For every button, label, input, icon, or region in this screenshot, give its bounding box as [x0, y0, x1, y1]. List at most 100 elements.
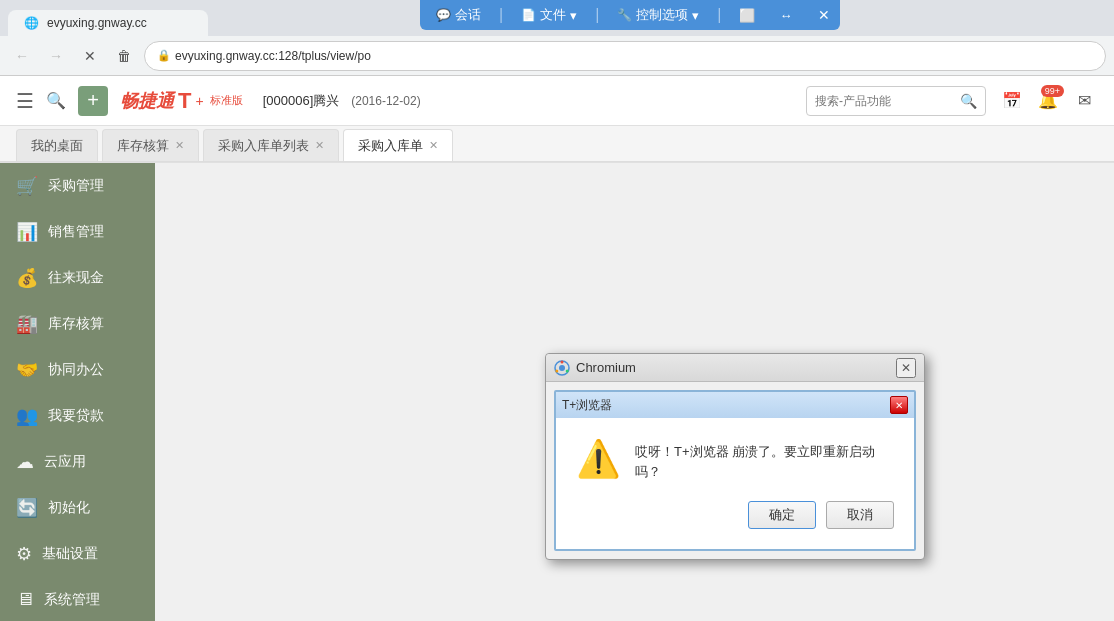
app-icons: 📅 🔔 99+ ✉ — [998, 87, 1098, 115]
sidebar-item-init-label: 初始化 — [48, 499, 90, 517]
address-bar[interactable]: 🔒 evyuxing.gnway.cc:128/tplus/view/po — [144, 41, 1106, 71]
chat-control-label: 控制选项 — [636, 6, 688, 24]
chat-file-label: 文件 — [540, 6, 566, 24]
chromium-logo — [554, 360, 570, 376]
company-code: [000006]腾兴 — [263, 92, 340, 110]
sidebar-item-cloud[interactable]: ☁ 云应用 — [0, 439, 155, 485]
notification-button[interactable]: 🔔 99+ — [1034, 87, 1062, 115]
url-text: evyuxing.gnway.cc:128/tplus/view/po — [175, 49, 371, 63]
sidebar-item-settings-label: 基础设置 — [42, 545, 98, 563]
crash-dialog-body: ⚠️ 哎呀！T+浏览器 崩溃了。要立即重新启动吗？ 确定 取消 — [556, 418, 914, 549]
crash-buttons: 确定 取消 — [576, 501, 894, 533]
sidebar-item-collab[interactable]: 🤝 协同办公 — [0, 347, 155, 393]
crash-dialog-message: ⚠️ 哎呀！T+浏览器 崩溃了。要立即重新启动吗？ — [576, 438, 894, 481]
tab-purchase-list[interactable]: 采购入库单列表 ✕ — [203, 129, 339, 161]
tab-my-desk-label: 我的桌面 — [31, 137, 83, 155]
svg-point-4 — [555, 369, 558, 372]
chat-expand-button[interactable]: ↔ — [773, 6, 798, 25]
crash-dialog: T+浏览器 ✕ ⚠️ 哎呀！T+浏览器 崩溃了。要立即重新启动吗？ 确定 取消 — [554, 390, 916, 551]
main-content: Chromium ✕ T+浏览器 ✕ ⚠️ 哎呀！T+浏览器 崩溃了。要立即重新… — [155, 163, 1114, 621]
refresh-button[interactable]: 🗑 — [110, 42, 138, 70]
app-logo-text: 畅捷通 — [120, 89, 174, 113]
tab-purchase-order-close[interactable]: ✕ — [429, 139, 438, 152]
chat-session-label: 会话 — [455, 6, 481, 24]
svg-point-1 — [559, 365, 565, 371]
app-logo: 畅捷通 T + 标准版 — [120, 88, 243, 114]
tab-purchase-order[interactable]: 采购入库单 ✕ — [343, 129, 453, 161]
sidebar-item-cash[interactable]: 💰 往来现金 — [0, 255, 155, 301]
tab-inventory-calc-label: 库存核算 — [117, 137, 169, 155]
tab-inventory-calc-close[interactable]: ✕ — [175, 139, 184, 152]
chat-session-button[interactable]: 💬 会话 — [430, 4, 487, 26]
app-container: 🛒 采购管理 📊 销售管理 💰 往来现金 🏭 库存核算 🤝 协同办公 👥 我要贷… — [0, 163, 1114, 621]
tab-title: evyuxing.gnway.cc — [47, 16, 147, 30]
chat-bar: 💬 会话 | 📄 文件 ▾ | 🔧 控制选项 ▾ | ⬜ ↔ ✕ — [420, 0, 840, 30]
confirm-button[interactable]: 确定 — [748, 501, 816, 529]
chat-screen-button[interactable]: ⬜ — [733, 6, 761, 25]
message-button[interactable]: ✉ — [1070, 87, 1098, 115]
browser-tab[interactable]: 🌐 evyuxing.gnway.cc — [8, 10, 208, 36]
settings-icon: ⚙ — [16, 543, 32, 565]
browser-toolbar: ← → ✕ 🗑 🔒 evyuxing.gnway.cc:128/tplus/vi… — [0, 36, 1114, 76]
topbar-search-button[interactable]: 🔍 — [46, 91, 66, 110]
sidebar-item-sales[interactable]: 📊 销售管理 — [0, 209, 155, 255]
sidebar-item-loan-label: 我要贷款 — [48, 407, 104, 425]
chat-file-button[interactable]: 📄 文件 ▾ — [515, 4, 583, 26]
sidebar-item-init[interactable]: 🔄 初始化 — [0, 485, 155, 531]
cancel-button[interactable]: 取消 — [826, 501, 894, 529]
chevron-down-icon2: ▾ — [692, 8, 699, 23]
svg-point-3 — [566, 369, 569, 372]
cash-icon: 💰 — [16, 267, 38, 289]
chat-icon: 💬 — [436, 8, 451, 22]
app-topbar: ☰ 🔍 + 畅捷通 T + 标准版 [000006]腾兴 (2016-12-02… — [0, 76, 1114, 126]
sidebar-item-collab-label: 协同办公 — [48, 361, 104, 379]
tab-inventory-calc[interactable]: 库存核算 ✕ — [102, 129, 199, 161]
chromium-title-text: Chromium — [576, 360, 896, 375]
back-button[interactable]: ← — [8, 42, 36, 70]
topbar-add-button[interactable]: + — [78, 86, 108, 116]
cloud-icon: ☁ — [16, 451, 34, 473]
crash-dialog-title-text: T+浏览器 — [562, 397, 886, 414]
tab-purchase-list-label: 采购入库单列表 — [218, 137, 309, 155]
sysadmin-icon: 🖥 — [16, 589, 34, 610]
chat-control-button[interactable]: 🔧 控制选项 ▾ — [611, 4, 705, 26]
sidebar-item-sysadmin-label: 系统管理 — [44, 591, 100, 609]
search-input[interactable] — [815, 94, 960, 108]
chromium-body: T+浏览器 ✕ ⚠️ 哎呀！T+浏览器 崩溃了。要立即重新启动吗？ 确定 取消 — [546, 390, 924, 551]
sidebar-item-cash-label: 往来现金 — [48, 269, 104, 287]
app-tabbar: 我的桌面 库存核算 ✕ 采购入库单列表 ✕ 采购入库单 ✕ — [0, 126, 1114, 162]
chromium-window: Chromium ✕ T+浏览器 ✕ ⚠️ 哎呀！T+浏览器 崩溃了。要立即重新… — [545, 353, 925, 560]
chromium-close-button[interactable]: ✕ — [896, 358, 916, 378]
init-icon: 🔄 — [16, 497, 38, 519]
forward-button[interactable]: → — [42, 42, 70, 70]
purchase-icon: 🛒 — [16, 175, 38, 197]
tab-purchase-list-close[interactable]: ✕ — [315, 139, 324, 152]
calendar-button[interactable]: 📅 — [998, 87, 1026, 115]
chat-close-button[interactable]: ✕ — [818, 7, 830, 23]
sidebar-item-loan[interactable]: 👥 我要贷款 — [0, 393, 155, 439]
sales-icon: 📊 — [16, 221, 38, 243]
search-box[interactable]: 🔍 — [806, 86, 986, 116]
chevron-down-icon: ▾ — [570, 8, 577, 23]
lock-icon: 🔒 — [157, 49, 171, 62]
file-icon: 📄 — [521, 8, 536, 22]
sidebar-item-sysadmin[interactable]: 🖥 系统管理 — [0, 577, 155, 621]
close-button[interactable]: ✕ — [76, 42, 104, 70]
app-logo-plus: + — [195, 93, 203, 109]
app-header: ☰ 🔍 + 畅捷通 T + 标准版 [000006]腾兴 (2016-12-02… — [0, 76, 1114, 163]
sidebar-item-inventory[interactable]: 🏭 库存核算 — [0, 301, 155, 347]
tab-my-desk[interactable]: 我的桌面 — [16, 129, 98, 161]
sidebar-item-inventory-label: 库存核算 — [48, 315, 104, 333]
app-edition: 标准版 — [210, 93, 243, 108]
sidebar-item-cloud-label: 云应用 — [44, 453, 86, 471]
loan-icon: 👥 — [16, 405, 38, 427]
sidebar-item-purchase-label: 采购管理 — [48, 177, 104, 195]
sidebar-item-settings[interactable]: ⚙ 基础设置 — [0, 531, 155, 577]
svg-point-2 — [561, 360, 564, 363]
app-date: (2016-12-02) — [351, 94, 420, 108]
crash-dialog-close-button[interactable]: ✕ — [890, 396, 908, 414]
tab-purchase-order-label: 采购入库单 — [358, 137, 423, 155]
sidebar-item-purchase[interactable]: 🛒 采购管理 — [0, 163, 155, 209]
notification-badge: 99+ — [1041, 85, 1064, 97]
menu-toggle-button[interactable]: ☰ — [16, 89, 34, 113]
